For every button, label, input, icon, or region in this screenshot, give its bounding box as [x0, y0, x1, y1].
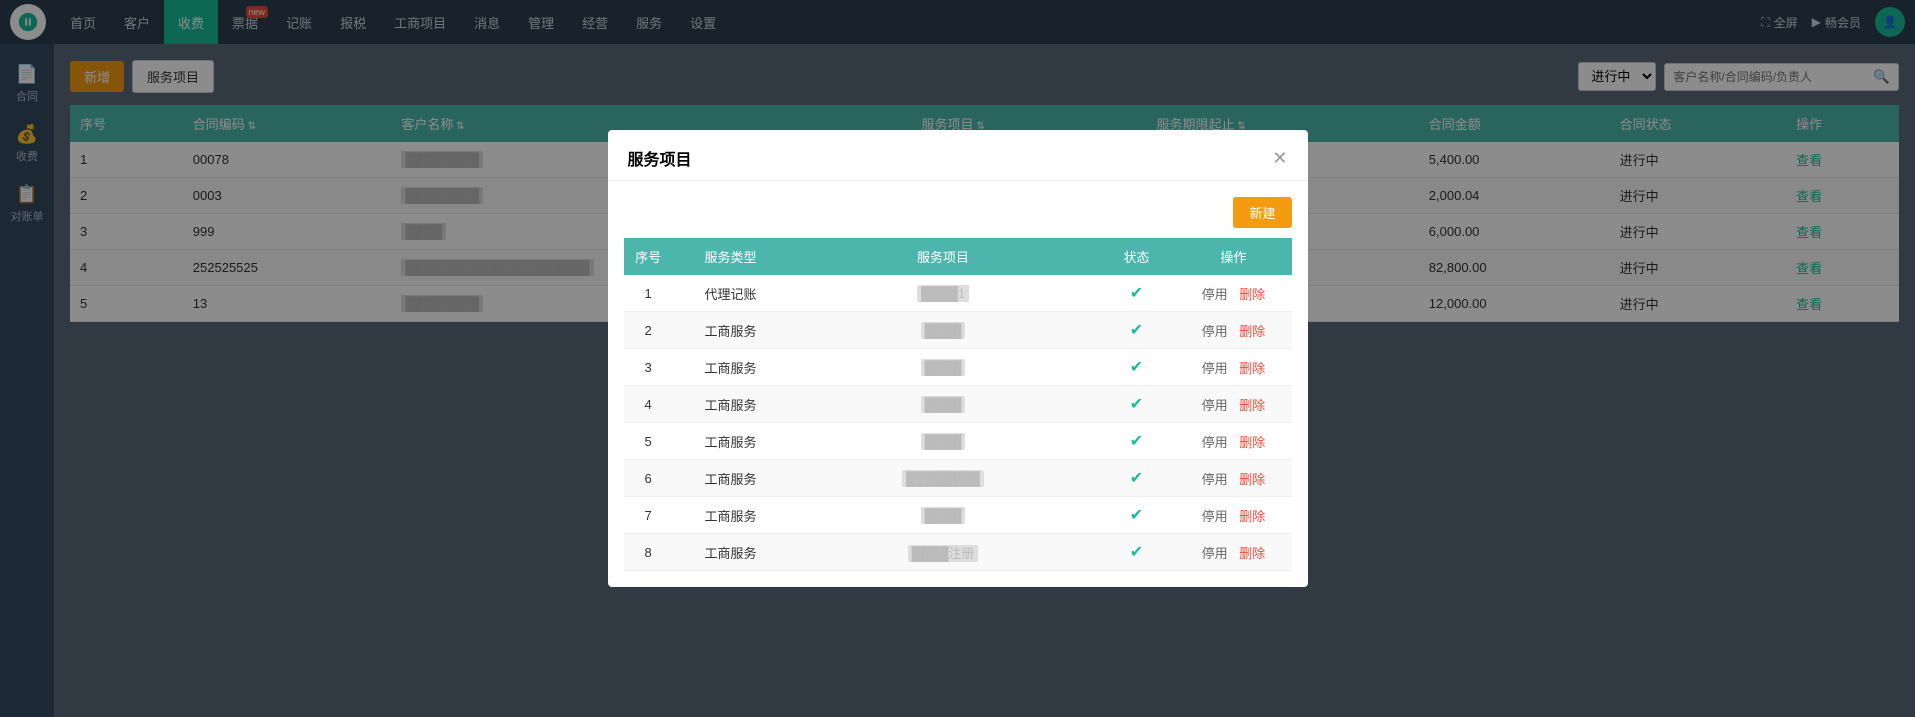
modal-cell-type: 工商服务	[673, 386, 789, 423]
list-item: 4 工商服务 ████ ✔ 停用 删除	[624, 386, 1292, 423]
status-check-icon: ✔	[1130, 433, 1143, 450]
modal-cell-seq: 1	[624, 275, 673, 312]
modal-cell-status: ✔	[1098, 275, 1176, 312]
delete-button[interactable]: 删除	[1239, 509, 1265, 524]
modal-cell-status: ✔	[1098, 423, 1176, 460]
modal-cell-status: ✔	[1098, 386, 1176, 423]
delete-button[interactable]: 删除	[1239, 546, 1265, 561]
list-item: 6 工商服务 ████████ ✔ 停用 删除	[624, 460, 1292, 497]
modal-cell-type: 工商服务	[673, 423, 789, 460]
modal-cell-item: ████	[788, 386, 1097, 423]
modal-cell-item: ████1	[788, 275, 1097, 312]
modal-cell-seq: 8	[624, 534, 673, 571]
disable-button[interactable]: 停用	[1202, 324, 1228, 339]
modal-cell-item: ████████	[788, 460, 1097, 497]
modal-cell-seq: 3	[624, 349, 673, 386]
modal-cell-type: 代理记账	[673, 275, 789, 312]
modal-th-status: 状态	[1098, 238, 1176, 275]
disable-button[interactable]: 停用	[1202, 287, 1228, 302]
list-item: 3 工商服务 ████ ✔ 停用 删除	[624, 349, 1292, 386]
modal-cell-actions: 停用 删除	[1175, 386, 1291, 423]
modal-cell-status: ✔	[1098, 349, 1176, 386]
modal-cell-type: 工商服务	[673, 312, 789, 349]
modal-cell-actions: 停用 删除	[1175, 497, 1291, 534]
status-check-icon: ✔	[1130, 396, 1143, 413]
modal-th-item: 服务项目	[788, 238, 1097, 275]
modal-cell-actions: 停用 删除	[1175, 349, 1291, 386]
status-check-icon: ✔	[1130, 359, 1143, 376]
modal-title: 服务项目	[628, 146, 692, 170]
modal-cell-seq: 4	[624, 386, 673, 423]
modal-cell-item: ████	[788, 423, 1097, 460]
list-item: 5 工商服务 ████ ✔ 停用 删除	[624, 423, 1292, 460]
modal-th-type: 服务类型	[673, 238, 789, 275]
modal-header: 服务项目 ✕	[608, 130, 1308, 181]
disable-button[interactable]: 停用	[1202, 472, 1228, 487]
list-item: 7 工商服务 ████ ✔ 停用 删除	[624, 497, 1292, 534]
modal-cell-status: ✔	[1098, 312, 1176, 349]
disable-button[interactable]: 停用	[1202, 435, 1228, 450]
delete-button[interactable]: 删除	[1239, 324, 1265, 339]
status-check-icon: ✔	[1130, 470, 1143, 487]
modal-cell-item: ████	[788, 497, 1097, 534]
delete-button[interactable]: 删除	[1239, 435, 1265, 450]
modal-cell-seq: 2	[624, 312, 673, 349]
modal-scroll-area[interactable]: 序号 服务类型 服务项目 状态 操作 1 代理记账 ████1 ✔ 停用 删除 …	[624, 238, 1292, 571]
disable-button[interactable]: 停用	[1202, 509, 1228, 524]
modal-close-button[interactable]: ✕	[1272, 148, 1287, 169]
list-item: 1 代理记账 ████1 ✔ 停用 删除	[624, 275, 1292, 312]
status-check-icon: ✔	[1130, 285, 1143, 302]
modal-cell-status: ✔	[1098, 534, 1176, 571]
list-item: 8 工商服务 ████注册 ✔ 停用 删除	[624, 534, 1292, 571]
disable-button[interactable]: 停用	[1202, 546, 1228, 561]
modal-cell-seq: 5	[624, 423, 673, 460]
modal-cell-type: 工商服务	[673, 460, 789, 497]
list-item: 2 工商服务 ████ ✔ 停用 删除	[624, 312, 1292, 349]
modal-cell-type: 工商服务	[673, 534, 789, 571]
modal-cell-actions: 停用 删除	[1175, 423, 1291, 460]
modal-cell-status: ✔	[1098, 497, 1176, 534]
modal-cell-status: ✔	[1098, 460, 1176, 497]
modal-cell-seq: 7	[624, 497, 673, 534]
modal-cell-seq: 6	[624, 460, 673, 497]
modal-cell-item: ████	[788, 349, 1097, 386]
modal-cell-item: ████注册	[788, 534, 1097, 571]
modal-cell-item: ████	[788, 312, 1097, 349]
modal-th-seq: 序号	[624, 238, 673, 275]
service-items-modal: 服务项目 ✕ 新建 序号 服务类型 服务项目 状态 操作	[608, 130, 1308, 587]
modal-th-op: 操作	[1175, 238, 1291, 275]
modal-overlay: 服务项目 ✕ 新建 序号 服务类型 服务项目 状态 操作	[0, 0, 1915, 717]
disable-button[interactable]: 停用	[1202, 361, 1228, 376]
modal-cell-type: 工商服务	[673, 497, 789, 534]
delete-button[interactable]: 删除	[1239, 287, 1265, 302]
modal-body: 新建 序号 服务类型 服务项目 状态 操作 1 代理记账 ████1	[608, 181, 1308, 587]
modal-cell-actions: 停用 删除	[1175, 275, 1291, 312]
modal-cell-actions: 停用 删除	[1175, 312, 1291, 349]
status-check-icon: ✔	[1130, 507, 1143, 524]
disable-button[interactable]: 停用	[1202, 398, 1228, 413]
delete-button[interactable]: 删除	[1239, 472, 1265, 487]
status-check-icon: ✔	[1130, 322, 1143, 339]
status-check-icon: ✔	[1130, 544, 1143, 561]
modal-cell-type: 工商服务	[673, 349, 789, 386]
delete-button[interactable]: 删除	[1239, 361, 1265, 376]
modal-toolbar: 新建	[624, 197, 1292, 228]
modal-cell-actions: 停用 删除	[1175, 534, 1291, 571]
service-items-table: 序号 服务类型 服务项目 状态 操作 1 代理记账 ████1 ✔ 停用 删除 …	[624, 238, 1292, 571]
modal-new-button[interactable]: 新建	[1233, 197, 1291, 228]
modal-cell-actions: 停用 删除	[1175, 460, 1291, 497]
delete-button[interactable]: 删除	[1239, 398, 1265, 413]
